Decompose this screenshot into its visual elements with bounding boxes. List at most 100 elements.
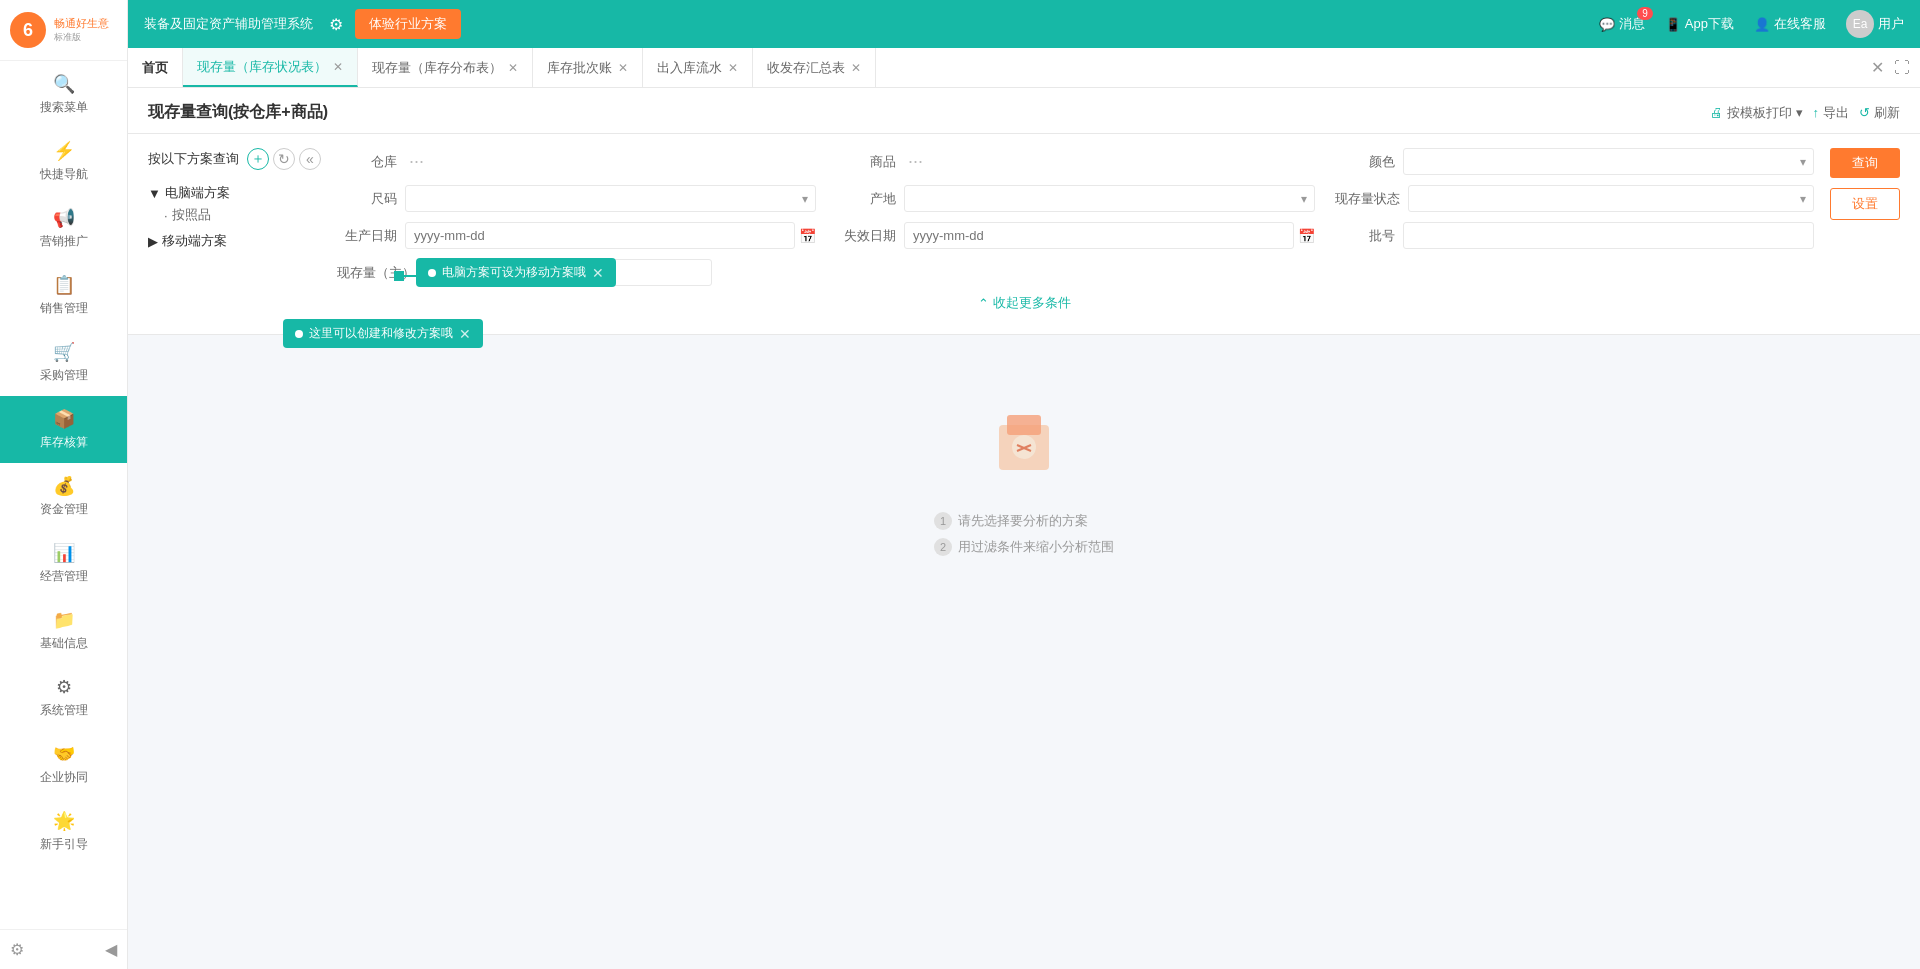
tab-inventory-dist[interactable]: 现存量（库存分布表） ✕ bbox=[358, 48, 533, 87]
collapse-sidebar-icon[interactable]: ◀ bbox=[105, 940, 117, 959]
warehouse-dots[interactable]: ··· bbox=[409, 151, 424, 172]
sidebar-item-basic[interactable]: 📁 基础信息 bbox=[0, 597, 127, 664]
app-download-item[interactable]: 📱 App下载 bbox=[1665, 15, 1734, 33]
tip-num-2: 2 bbox=[934, 538, 952, 556]
notification-item[interactable]: 💬 消息 9 bbox=[1599, 15, 1645, 33]
tab-close-batch-account[interactable]: ✕ bbox=[618, 61, 628, 75]
filter-origin-row: 产地 bbox=[836, 185, 1315, 212]
add-scheme-btn[interactable]: ＋ bbox=[247, 148, 269, 170]
sidebar-item-operation[interactable]: 📊 经营管理 bbox=[0, 530, 127, 597]
sidebar-item-marketing[interactable]: 📢 营销推广 bbox=[0, 195, 127, 262]
setting-button[interactable]: 设置 bbox=[1830, 188, 1900, 220]
sidebar-item-label: 快捷导航 bbox=[40, 166, 88, 183]
tab-inventory-status[interactable]: 现存量（库存状况表） ✕ bbox=[183, 48, 358, 87]
sidebar-item-inventory[interactable]: 📦 库存核算 bbox=[0, 396, 127, 463]
empty-illustration bbox=[979, 395, 1069, 488]
scheme-item-desktop-1[interactable]: · 按照品 bbox=[148, 204, 321, 226]
stock-status-select[interactable] bbox=[1408, 185, 1814, 212]
sidebar-item-purchase[interactable]: 🛒 采购管理 bbox=[0, 329, 127, 396]
refresh-btn[interactable]: ↺ 刷新 bbox=[1859, 104, 1900, 122]
collapse-up-icon: ⌃ bbox=[978, 296, 989, 311]
scheme-group-desktop-title[interactable]: ▼ 电脑端方案 bbox=[148, 182, 321, 204]
topbar: 装备及固定资产辅助管理系统 ⚙ 体验行业方案 💬 消息 9 📱 App下载 👤 … bbox=[128, 0, 1920, 48]
production-date-label: 生产日期 bbox=[337, 227, 397, 245]
filter-size-row: 尺码 bbox=[337, 185, 816, 212]
color-select[interactable] bbox=[1403, 148, 1814, 175]
empty-svg bbox=[979, 395, 1069, 485]
scheme-item-icon: · bbox=[164, 208, 168, 223]
app-download-label: App下载 bbox=[1685, 15, 1734, 33]
filter-color-row: 颜色 bbox=[1335, 148, 1814, 175]
refresh-scheme-btn[interactable]: ↻ bbox=[273, 148, 295, 170]
user-label: 用户 bbox=[1878, 15, 1904, 33]
tab-close-inventory-status[interactable]: ✕ bbox=[333, 60, 343, 74]
tab-home[interactable]: 首页 bbox=[128, 48, 183, 87]
query-button[interactable]: 查询 bbox=[1830, 148, 1900, 178]
print-template-btn[interactable]: 🖨 按模板打印 ▾ bbox=[1710, 104, 1803, 122]
tip-num-1: 1 bbox=[934, 512, 952, 530]
phone-icon: 📱 bbox=[1665, 17, 1681, 32]
gear-icon[interactable]: ⚙ bbox=[329, 15, 343, 34]
system-name: 装备及固定资产辅助管理系统 bbox=[144, 15, 313, 33]
avatar: Ea bbox=[1846, 10, 1874, 38]
tab-close-all-icon[interactable]: ✕ bbox=[1871, 58, 1884, 77]
goods-dots[interactable]: ··· bbox=[908, 151, 923, 172]
sidebar-item-label: 系统管理 bbox=[40, 702, 88, 719]
size-select-wrap bbox=[405, 185, 816, 212]
stock-status-select-wrap bbox=[1408, 185, 1814, 212]
online-support-label: 在线客服 bbox=[1774, 15, 1826, 33]
page-actions: 🖨 按模板打印 ▾ ↑ 导出 ↺ 刷新 bbox=[1710, 104, 1901, 122]
production-date-input[interactable] bbox=[405, 222, 795, 249]
sidebar-item-search[interactable]: 🔍 搜索菜单 bbox=[0, 61, 127, 128]
tab-close-inout-flow[interactable]: ✕ bbox=[728, 61, 738, 75]
user-item[interactable]: Ea 用户 bbox=[1846, 10, 1904, 38]
stock-status-label: 现存量状态 bbox=[1335, 190, 1400, 208]
notification-badge: 9 bbox=[1637, 7, 1653, 20]
sidebar-item-guide[interactable]: 🌟 新手引导 bbox=[0, 798, 127, 865]
batch-input[interactable] bbox=[1403, 222, 1814, 249]
tab-batch-account[interactable]: 库存批次账 ✕ bbox=[533, 48, 643, 87]
tab-inout-flow[interactable]: 出入库流水 ✕ bbox=[643, 48, 753, 87]
online-support-item[interactable]: 👤 在线客服 bbox=[1754, 15, 1826, 33]
export-label: 导出 bbox=[1823, 104, 1849, 122]
back-scheme-btn[interactable]: « bbox=[299, 148, 321, 170]
sidebar-item-label: 搜索菜单 bbox=[40, 99, 88, 116]
expiry-date-input[interactable] bbox=[904, 222, 1294, 249]
sidebar-item-quick[interactable]: ⚡ 快捷导航 bbox=[0, 128, 127, 195]
enterprise-icon: 🤝 bbox=[53, 743, 75, 765]
origin-select[interactable] bbox=[904, 185, 1315, 212]
scheme-group-label: 移动端方案 bbox=[162, 232, 227, 250]
print-chevron-icon: ▾ bbox=[1796, 105, 1803, 120]
production-date-calendar-icon[interactable]: 📅 bbox=[799, 228, 816, 244]
scheme-group-label: 电脑端方案 bbox=[165, 184, 230, 202]
tooltip-scheme-close[interactable]: ✕ bbox=[592, 265, 604, 281]
tab-close-receive-summary[interactable]: ✕ bbox=[851, 61, 861, 75]
tab-receive-summary[interactable]: 收发存汇总表 ✕ bbox=[753, 48, 876, 87]
export-btn[interactable]: ↑ 导出 bbox=[1813, 104, 1850, 122]
industry-btn[interactable]: 体验行业方案 bbox=[355, 9, 461, 39]
empty-state: 1 请先选择要分析的方案 2 用过滤条件来缩小分析范围 bbox=[128, 335, 1920, 620]
sidebar-item-finance[interactable]: 💰 资金管理 bbox=[0, 463, 127, 530]
tab-fullscreen-icon[interactable]: ⛶ bbox=[1894, 59, 1910, 77]
filter-warehouse-row: 仓库 ··· bbox=[337, 148, 816, 175]
sidebar-item-enterprise[interactable]: 🤝 企业协同 bbox=[0, 731, 127, 798]
tab-label: 出入库流水 bbox=[657, 59, 722, 77]
size-select[interactable] bbox=[405, 185, 816, 212]
color-select-wrap bbox=[1403, 148, 1814, 175]
basic-icon: 📁 bbox=[53, 609, 75, 631]
collapse-label: 收起更多条件 bbox=[993, 294, 1071, 312]
tooltip-edit-close[interactable]: ✕ bbox=[459, 326, 471, 342]
sidebar-item-label: 基础信息 bbox=[40, 635, 88, 652]
expiry-date-calendar-icon[interactable]: 📅 bbox=[1298, 228, 1315, 244]
sidebar-item-sales[interactable]: 📋 销售管理 bbox=[0, 262, 127, 329]
settings-bottom-icon[interactable]: ⚙ bbox=[10, 940, 24, 959]
warehouse-label: 仓库 bbox=[337, 153, 397, 171]
topbar-right: 💬 消息 9 📱 App下载 👤 在线客服 Ea 用户 bbox=[1599, 10, 1904, 38]
export-icon: ↑ bbox=[1813, 105, 1820, 120]
origin-select-wrap bbox=[904, 185, 1315, 212]
scheme-group-mobile-title[interactable]: ▶ 移动端方案 bbox=[148, 230, 321, 252]
collapse-row[interactable]: ⌃ 收起更多条件 bbox=[148, 286, 1900, 320]
sidebar-item-system[interactable]: ⚙ 系统管理 bbox=[0, 664, 127, 731]
tab-close-inventory-dist[interactable]: ✕ bbox=[508, 61, 518, 75]
tooltip-dot-2 bbox=[295, 330, 303, 338]
